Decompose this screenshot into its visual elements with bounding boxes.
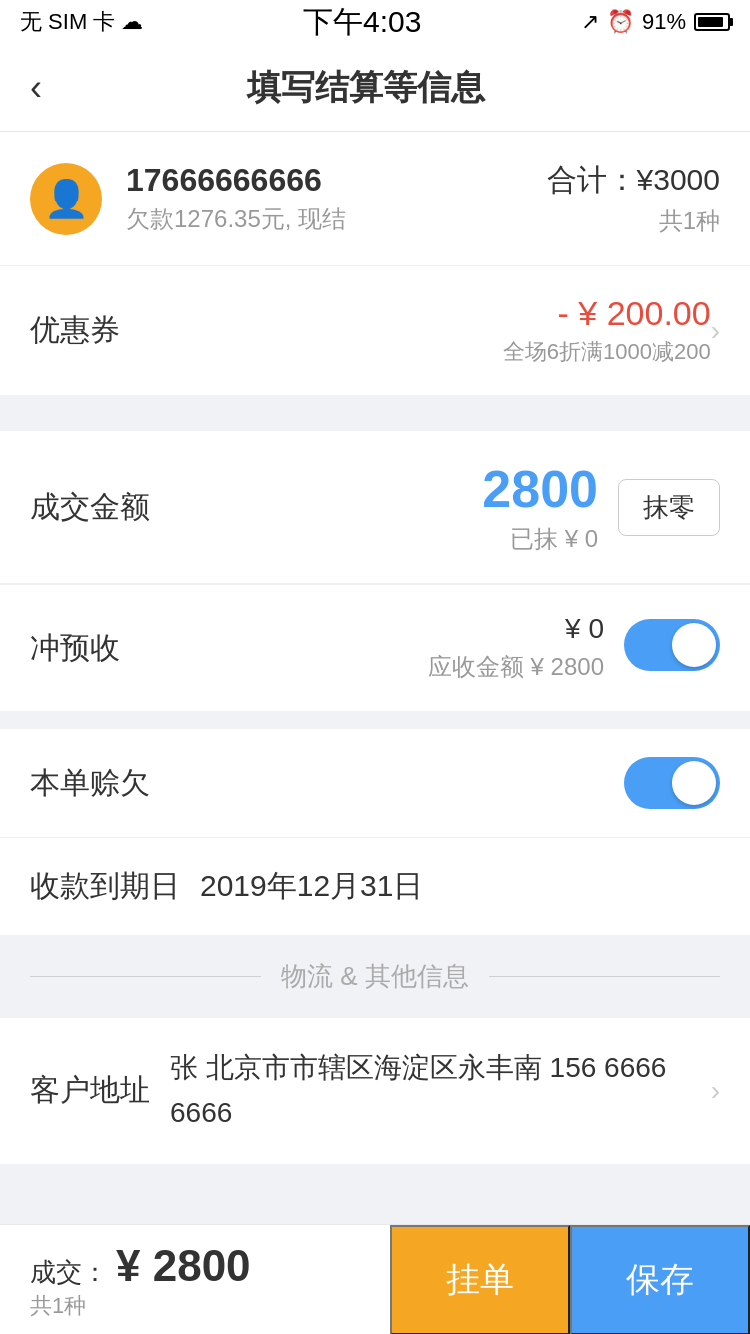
bottom-count: 共1种 xyxy=(30,1291,360,1321)
battery-percent: 91% xyxy=(642,9,686,35)
bottom-transaction-label: 成交： xyxy=(30,1255,108,1290)
bottom-summary: 成交： ¥ 2800 共1种 xyxy=(0,1239,390,1321)
status-right: ↗ ⏰ 91% xyxy=(581,9,730,35)
due-date-value: 2019年12月31日 xyxy=(200,866,423,907)
customer-info: 17666666666 欠款1276.35元, 现结 xyxy=(126,162,547,235)
address-arrow-icon: › xyxy=(711,1075,720,1107)
transaction-amount: 2800 xyxy=(482,459,598,519)
page-title: 填写结算等信息 xyxy=(62,65,670,111)
transaction-section: 成交金额 2800 已抹 ¥ 0 抹零 冲预收 ¥ 0 应收金额 ¥ 2800 xyxy=(0,431,750,711)
save-button[interactable]: 保存 xyxy=(570,1225,750,1335)
status-time: 下午4:03 xyxy=(303,2,421,43)
due-date-row: 收款到期日 2019年12月31日 xyxy=(0,837,750,935)
coupon-discount: - ¥ 200.00 xyxy=(370,294,710,333)
avatar-icon: 👤 xyxy=(44,178,89,220)
coupon-desc: 全场6折满1000减200 xyxy=(370,337,710,367)
customer-section: 👤 17666666666 欠款1276.35元, 现结 合计：¥3000 共1… xyxy=(0,132,750,395)
divider-line-right xyxy=(489,976,720,977)
battery-icon xyxy=(694,13,730,31)
address-label: 客户地址 xyxy=(30,1070,170,1111)
total-count: 共1种 xyxy=(547,205,720,237)
divider-line-left xyxy=(30,976,261,977)
customer-row: 👤 17666666666 欠款1276.35元, 现结 合计：¥3000 共1… xyxy=(0,132,750,265)
bottom-amount: ¥ 2800 xyxy=(116,1241,251,1291)
prepaid-toggle[interactable] xyxy=(624,619,720,671)
section-divider-2 xyxy=(0,711,750,729)
transaction-row: 成交金额 2800 已抹 ¥ 0 抹零 xyxy=(0,431,750,584)
logistics-divider: 物流 & 其他信息 xyxy=(0,935,750,1018)
transaction-value: 2800 已抹 ¥ 0 抹零 xyxy=(170,459,720,555)
back-button[interactable]: ‹ xyxy=(30,57,62,119)
logistics-text: 物流 & 其他信息 xyxy=(281,959,469,994)
total-amount: 合计：¥3000 xyxy=(547,160,720,201)
status-bar: 无 SIM 卡 ☁ 下午4:03 ↗ ⏰ 91% xyxy=(0,0,750,44)
prepaid-label: 冲预收 xyxy=(30,628,428,669)
location-icon: ↗ xyxy=(581,9,599,35)
debt-label: 本单赊欠 xyxy=(30,763,624,804)
address-row[interactable]: 客户地址 张 北京市市辖区海淀区永丰南 156 6666 6666 › xyxy=(0,1018,750,1164)
alarm-icon: ⏰ xyxy=(607,9,634,35)
coupon-row[interactable]: 优惠券 - ¥ 200.00 全场6折满1000减200 › xyxy=(0,265,750,395)
prepaid-amount: ¥ 0 xyxy=(565,613,604,645)
address-section: 客户地址 张 北京市市辖区海淀区永丰南 156 6666 6666 › xyxy=(0,1018,750,1164)
debt-section: 本单赊欠 收款到期日 2019年12月31日 xyxy=(0,729,750,935)
bottom-bar: 成交： ¥ 2800 共1种 挂单 保存 xyxy=(0,1224,750,1334)
coupon-label: 优惠券 xyxy=(30,310,370,351)
round-zero-button[interactable]: 抹零 xyxy=(618,479,720,536)
customer-phone: 17666666666 xyxy=(126,162,547,199)
transaction-label: 成交金额 xyxy=(30,487,170,528)
customer-total: 合计：¥3000 共1种 xyxy=(547,160,720,237)
debt-row: 本单赊欠 xyxy=(0,729,750,837)
customer-sub: 欠款1276.35元, 现结 xyxy=(126,203,547,235)
due-date-label: 收款到期日 xyxy=(30,866,180,907)
avatar: 👤 xyxy=(30,163,102,235)
section-divider-1 xyxy=(0,413,750,431)
prepaid-row: 冲预收 ¥ 0 应收金额 ¥ 2800 xyxy=(0,584,750,711)
address-value: 张 北京市市辖区海淀区永丰南 156 6666 6666 xyxy=(170,1046,701,1136)
sim-label: 无 SIM 卡 ☁ xyxy=(20,7,143,37)
transaction-sub: 已抹 ¥ 0 xyxy=(482,523,598,555)
debt-toggle[interactable] xyxy=(624,757,720,809)
prepaid-sub: 应收金额 ¥ 2800 xyxy=(428,651,604,683)
coupon-arrow-icon: › xyxy=(711,315,720,347)
nav-bar: ‹ 填写结算等信息 xyxy=(0,44,750,132)
status-left: 无 SIM 卡 ☁ xyxy=(20,7,143,37)
prepaid-right: ¥ 0 应收金额 ¥ 2800 xyxy=(428,613,604,683)
hang-button[interactable]: 挂单 xyxy=(390,1225,570,1335)
